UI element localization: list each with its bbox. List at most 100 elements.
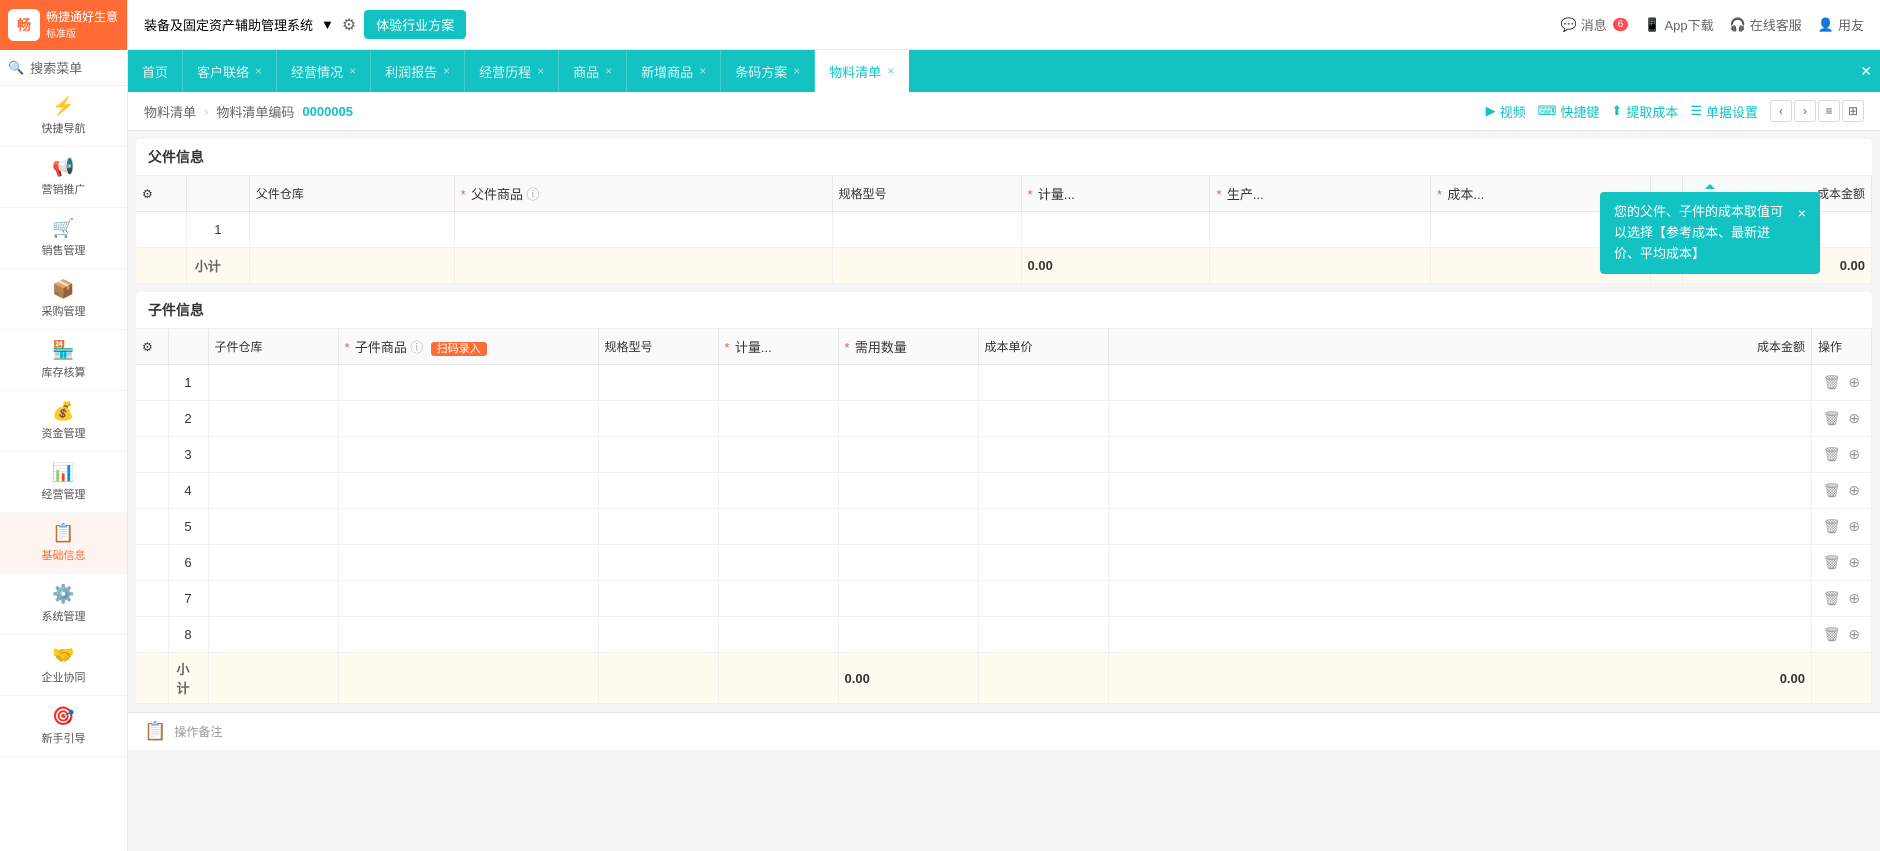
child-qty-cell[interactable] <box>838 581 978 617</box>
child-warehouse-cell[interactable] <box>208 437 338 473</box>
child-unit-cell[interactable] <box>718 509 838 545</box>
child-cost-price-cell[interactable] <box>978 437 1108 473</box>
child-spec-cell[interactable] <box>598 401 718 437</box>
delete-row-icon[interactable]: 🗑 <box>1823 446 1841 462</box>
child-goods-cell[interactable] <box>338 401 598 437</box>
child-qty-cell[interactable] <box>838 545 978 581</box>
child-cost-amount-cell[interactable] <box>1108 581 1812 617</box>
child-warehouse-cell[interactable] <box>208 473 338 509</box>
next-button[interactable]: › <box>1794 100 1816 122</box>
tooltip-close-button[interactable]: × <box>1798 202 1806 224</box>
child-goods-cell[interactable] <box>338 473 598 509</box>
parent-production-cell[interactable] <box>1210 212 1430 248</box>
child-goods-cell[interactable] <box>338 509 598 545</box>
copy-row-icon[interactable]: ⊕ <box>1848 554 1860 570</box>
child-qty-cell[interactable] <box>838 617 978 653</box>
child-goods-cell[interactable] <box>338 365 598 401</box>
sidebar-item-inventory[interactable]: 🏪 库存核算 <box>0 330 127 391</box>
child-warehouse-cell[interactable] <box>208 365 338 401</box>
child-cost-price-cell[interactable] <box>978 581 1108 617</box>
sidebar-item-sales[interactable]: 🛒 销售管理 <box>0 208 127 269</box>
child-cost-amount-cell[interactable] <box>1108 617 1812 653</box>
parent-goods-cell[interactable] <box>454 212 832 248</box>
shortcut-button[interactable]: ⌨ 快捷键 <box>1538 102 1600 121</box>
tab-operations[interactable]: 经营情况 × <box>277 50 371 92</box>
delete-row-icon[interactable]: 🗑 <box>1823 554 1841 570</box>
user-button[interactable]: 👤 用友 <box>1818 15 1864 34</box>
child-cost-amount-cell[interactable] <box>1108 545 1812 581</box>
delete-row-icon[interactable]: 🗑 <box>1823 374 1841 390</box>
copy-row-icon[interactable]: ⊕ <box>1848 482 1860 498</box>
tab-goods[interactable]: 商品 × <box>559 50 627 92</box>
child-unit-cell[interactable] <box>718 473 838 509</box>
sidebar-item-purchase[interactable]: 📦 采购管理 <box>0 269 127 330</box>
child-qty-cell[interactable] <box>838 401 978 437</box>
sidebar-item-basicinfo[interactable]: 📋 基础信息 <box>0 513 127 574</box>
prev-button[interactable]: ‹ <box>1770 100 1792 122</box>
child-warehouse-cell[interactable] <box>208 401 338 437</box>
grid-view-button[interactable]: ⊞ <box>1842 100 1864 122</box>
tab-addgoods-close[interactable]: × <box>699 64 706 78</box>
tab-customers-close[interactable]: × <box>255 64 262 78</box>
tab-bom[interactable]: 物料清单 × <box>815 50 909 92</box>
child-spec-cell[interactable] <box>598 545 718 581</box>
copy-row-icon[interactable]: ⊕ <box>1848 410 1860 426</box>
tab-profit[interactable]: 利润报告 × <box>371 50 465 92</box>
tab-home[interactable]: 首页 <box>128 50 183 92</box>
delete-row-icon[interactable]: 🗑 <box>1823 518 1841 534</box>
child-goods-cell[interactable] <box>338 581 598 617</box>
sidebar-item-guide[interactable]: 🎯 新手引导 <box>0 696 127 757</box>
copy-row-icon[interactable]: ⊕ <box>1848 374 1860 390</box>
child-unit-cell[interactable] <box>718 401 838 437</box>
child-cost-price-cell[interactable] <box>978 473 1108 509</box>
child-warehouse-cell[interactable] <box>208 545 338 581</box>
child-unit-cell[interactable] <box>718 617 838 653</box>
tab-profit-close[interactable]: × <box>443 64 450 78</box>
child-qty-cell[interactable] <box>838 473 978 509</box>
view-video-button[interactable]: ▶ 视频 <box>1486 102 1526 121</box>
scan-badge[interactable]: 扫码录入 <box>431 342 487 356</box>
child-qty-cell[interactable] <box>838 509 978 545</box>
child-unit-cell[interactable] <box>718 581 838 617</box>
child-spec-cell[interactable] <box>598 509 718 545</box>
messages-button[interactable]: 💬 消息 6 <box>1561 15 1629 34</box>
child-unit-cell[interactable] <box>718 545 838 581</box>
copy-row-icon[interactable]: ⊕ <box>1848 626 1860 642</box>
delete-row-icon[interactable]: 🗑 <box>1823 482 1841 498</box>
child-qty-cell[interactable] <box>838 365 978 401</box>
child-warehouse-cell[interactable] <box>208 581 338 617</box>
delete-row-icon[interactable]: 🗑 <box>1823 410 1841 426</box>
child-cost-amount-cell[interactable] <box>1108 365 1812 401</box>
online-service-button[interactable]: 🎧 在线客服 <box>1730 15 1802 34</box>
child-unit-cell[interactable] <box>718 365 838 401</box>
tab-operations-close[interactable]: × <box>349 64 356 78</box>
child-cost-price-cell[interactable] <box>978 545 1108 581</box>
copy-row-icon[interactable]: ⊕ <box>1848 446 1860 462</box>
app-download-button[interactable]: 📱 App下载 <box>1644 15 1713 34</box>
parent-spec-cell[interactable] <box>832 212 1021 248</box>
tab-barcode[interactable]: 条码方案 × <box>721 50 815 92</box>
child-cost-price-cell[interactable] <box>978 365 1108 401</box>
trial-button[interactable]: 体验行业方案 <box>364 10 466 39</box>
child-spec-cell[interactable] <box>598 581 718 617</box>
child-warehouse-cell[interactable] <box>208 617 338 653</box>
child-unit-cell[interactable] <box>718 437 838 473</box>
extract-cost-button[interactable]: ⬆ 提取成本 <box>1611 102 1678 121</box>
copy-row-icon[interactable]: ⊕ <box>1848 590 1860 606</box>
child-col-settings[interactable]: ⚙ <box>136 329 168 365</box>
child-goods-cell[interactable] <box>338 617 598 653</box>
settings-gear-icon[interactable]: ⚙ <box>342 15 356 35</box>
child-cost-amount-cell[interactable] <box>1108 473 1812 509</box>
tab-goods-close[interactable]: × <box>605 64 612 78</box>
sidebar-item-enterprise[interactable]: 🤝 企业协同 <box>0 635 127 696</box>
tab-barcode-close[interactable]: × <box>793 64 800 78</box>
child-cost-price-cell[interactable] <box>978 617 1108 653</box>
tab-customers[interactable]: 客户联络 × <box>183 50 277 92</box>
tab-history-close[interactable]: × <box>537 64 544 78</box>
child-cost-price-cell[interactable] <box>978 509 1108 545</box>
child-spec-cell[interactable] <box>598 365 718 401</box>
sidebar-item-quicknav[interactable]: ⚡ 快捷导航 <box>0 86 127 147</box>
copy-row-icon[interactable]: ⊕ <box>1848 518 1860 534</box>
delete-row-icon[interactable]: 🗑 <box>1823 626 1841 642</box>
child-cost-amount-cell[interactable] <box>1108 401 1812 437</box>
